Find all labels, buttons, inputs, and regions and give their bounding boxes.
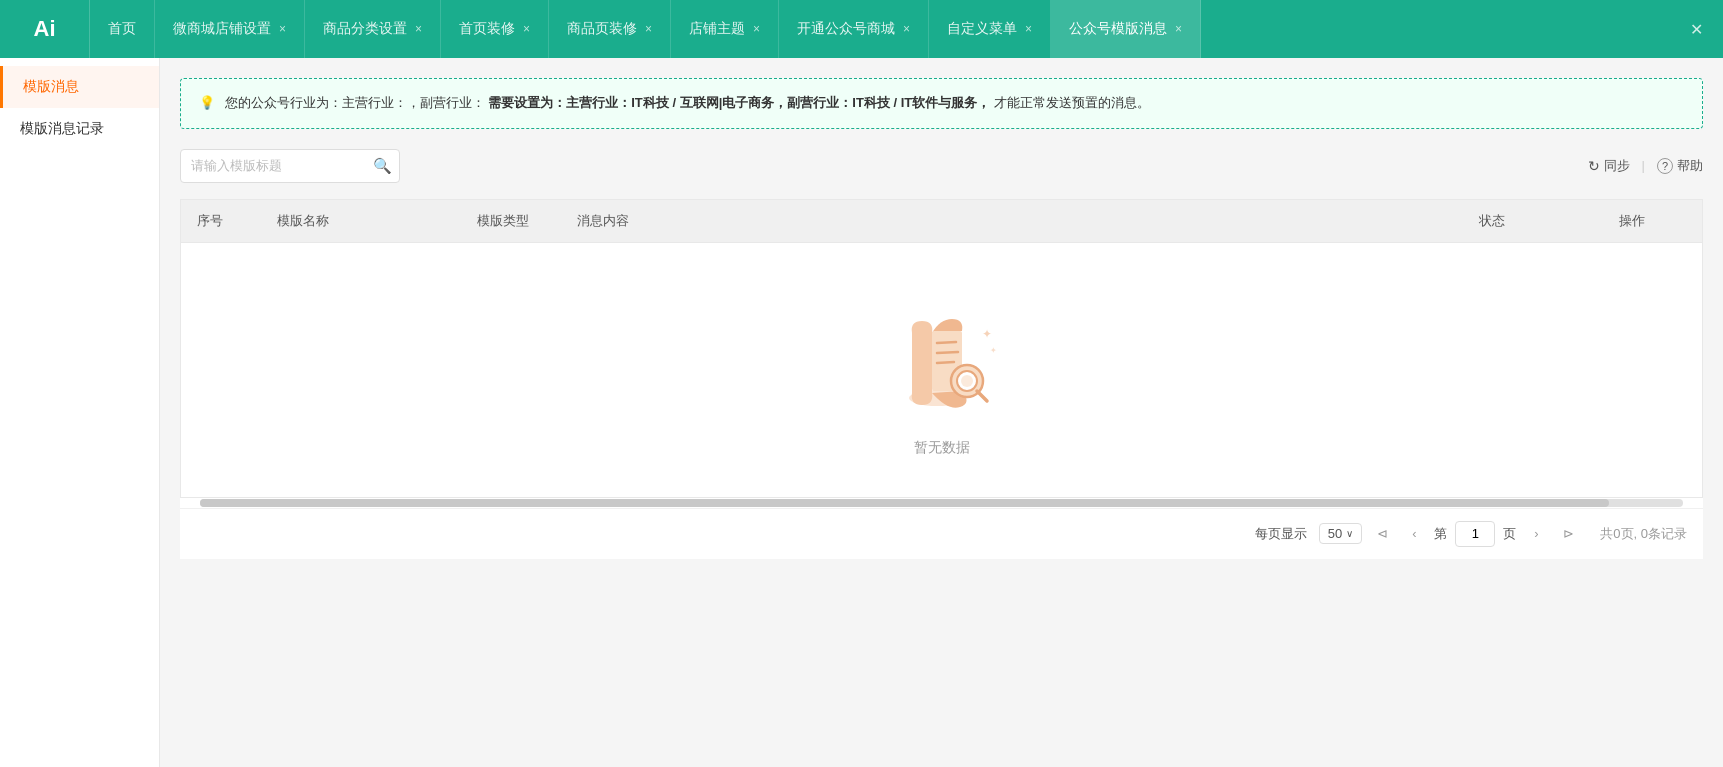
toolbar-right: ↻ 同步 | ? 帮助 [1588,157,1703,175]
main-content: 💡 您的公众号行业为：主营行业：，副营行业： 需要设置为：主营行业：IT科技 /… [160,58,1723,767]
col-content: 消息内容 [561,199,1463,242]
next-page-button[interactable]: › [1524,522,1548,546]
global-close-button[interactable]: ✕ [1670,20,1723,39]
tab-template-msg[interactable]: 公众号模版消息 × [1051,0,1201,58]
scroll-thumb [200,499,1609,507]
tab-bar: Ai 首页 微商城店铺设置 × 商品分类设置 × 首页装修 × 商品页装修 × … [0,0,1723,58]
tab-close-wechat-shop[interactable]: × [279,22,286,36]
svg-line-7 [977,391,987,401]
main-layout: 模版消息 模版消息记录 💡 您的公众号行业为：主营行业：，副营行业： 需要设置为… [0,58,1723,767]
tab-close-product-decoration[interactable]: × [645,22,652,36]
empty-illustration: ✦ ✦ [882,303,1002,423]
tab-wechat-shop[interactable]: 微商城店铺设置 × [155,0,305,58]
first-page-button[interactable]: ⊲ [1370,522,1394,546]
search-bar: 🔍 ↻ 同步 | ? 帮助 [180,149,1703,183]
svg-text:✦: ✦ [990,346,997,355]
tab-home[interactable]: 首页 [90,0,155,58]
last-page-button[interactable]: ⊳ [1556,522,1580,546]
tab-product-category[interactable]: 商品分类设置 × [305,0,441,58]
tab-open-mall[interactable]: 开通公众号商城 × [779,0,929,58]
sidebar: 模版消息 模版消息记录 [0,58,160,767]
current-page-input[interactable] [1455,521,1495,547]
tab-close-open-mall[interactable]: × [903,22,910,36]
col-status: 状态 [1463,199,1603,242]
sync-icon: ↻ [1588,158,1600,174]
search-input-wrap: 🔍 [180,149,400,183]
col-action: 操作 [1603,199,1703,242]
tab-shop-theme[interactable]: 店铺主题 × [671,0,779,58]
tab-close-custom-menu[interactable]: × [1025,22,1032,36]
tab-custom-menu[interactable]: 自定义菜单 × [929,0,1051,58]
svg-text:✦: ✦ [982,327,992,341]
page-size-select[interactable]: 50 ∨ [1319,523,1362,544]
chevron-down-icon: ∨ [1346,528,1353,539]
empty-state: ✦ ✦ 暂无数据 [181,243,1702,497]
tab-product-decoration[interactable]: 商品页装修 × [549,0,671,58]
notice-icon: 💡 [199,95,215,110]
page-size-label: 每页显示 [1255,525,1307,543]
search-icon[interactable]: 🔍 [373,157,392,175]
scroll-track [200,499,1683,507]
data-table: 序号 模版名称 模版类型 消息内容 状态 操作 [180,199,1703,498]
total-info: 共0页, 0条记录 [1600,525,1687,543]
table-header-row: 序号 模版名称 模版类型 消息内容 状态 操作 [181,199,1703,242]
help-icon: ? [1657,158,1673,174]
search-input[interactable] [180,149,400,183]
notice-highlight: 需要设置为：主营行业：IT科技 / 互联网|电子商务，副营行业：IT科技 / I… [488,95,990,110]
col-name: 模版名称 [261,199,461,242]
col-type: 模版类型 [461,199,561,242]
help-button[interactable]: ? 帮助 [1657,157,1703,175]
svg-line-2 [937,342,956,343]
page-label-before: 第 [1434,525,1447,543]
tab-home-decoration[interactable]: 首页装修 × [441,0,549,58]
empty-row: ✦ ✦ 暂无数据 [181,242,1703,497]
notice-box: 💡 您的公众号行业为：主营行业：，副营行业： 需要设置为：主营行业：IT科技 /… [180,78,1703,129]
sync-button[interactable]: ↻ 同步 [1588,157,1630,175]
page-label-after: 页 [1503,525,1516,543]
tab-close-shop-theme[interactable]: × [753,22,760,36]
svg-line-4 [937,362,954,363]
prev-page-button[interactable]: ‹ [1402,522,1426,546]
scroll-area[interactable] [180,498,1703,508]
toolbar-divider: | [1642,158,1645,173]
table-body: ✦ ✦ 暂无数据 [181,242,1703,497]
sidebar-item-template-message-record[interactable]: 模版消息记录 [0,108,159,150]
tab-close-product-category[interactable]: × [415,22,422,36]
col-seq: 序号 [181,199,261,242]
app-logo: Ai [0,0,90,58]
pagination: 每页显示 50 ∨ ⊲ ‹ 第 页 › ⊳ 共0页, 0条记录 [180,508,1703,559]
tab-close-template-msg[interactable]: × [1175,22,1182,36]
svg-line-3 [937,352,958,353]
tab-close-home-decoration[interactable]: × [523,22,530,36]
svg-point-8 [961,375,973,387]
empty-text: 暂无数据 [914,439,970,457]
sidebar-item-template-message[interactable]: 模版消息 [0,66,159,108]
